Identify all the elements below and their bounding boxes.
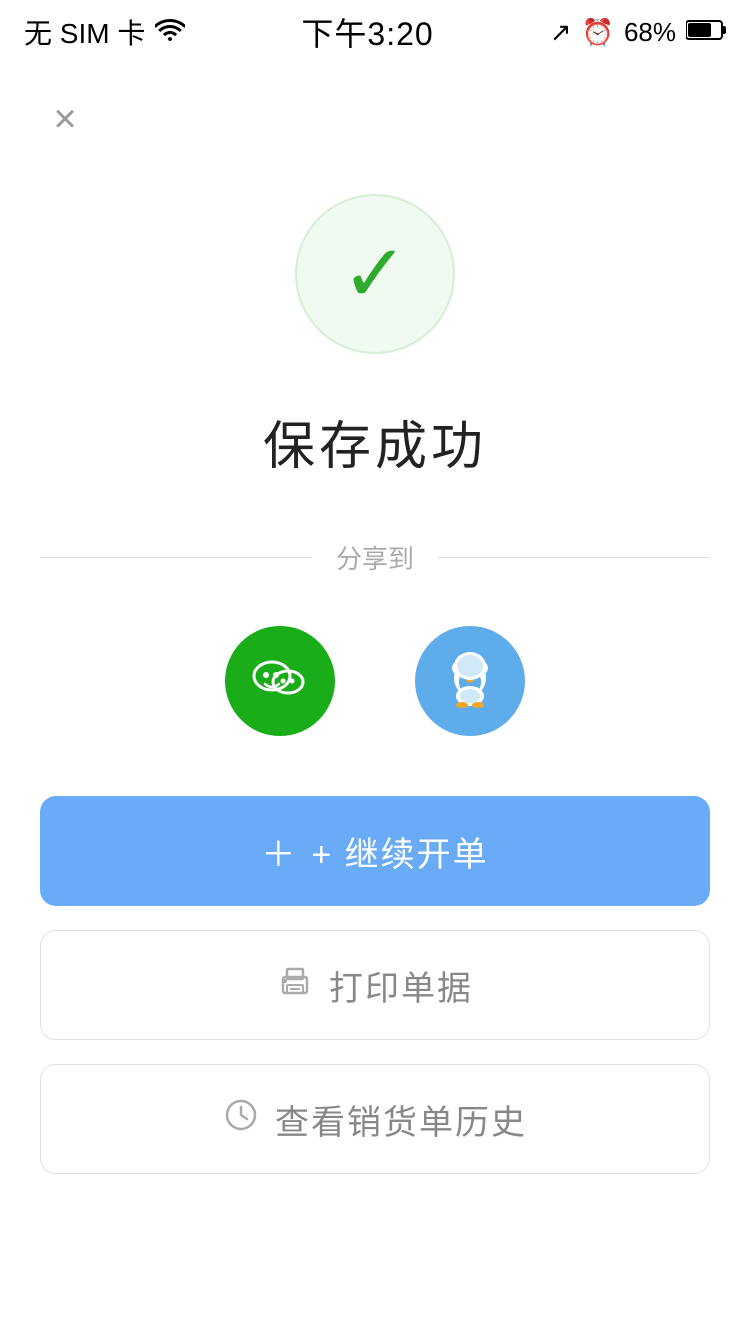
qq-icon: [435, 646, 505, 716]
status-bar: 无 SIM 卡 下午3:20 ↗ ⏰ 68%: [0, 0, 750, 64]
battery-icon: [686, 17, 726, 48]
continue-order-label: + 继续开单: [311, 827, 488, 876]
status-time: 下午3:20: [301, 9, 433, 55]
history-icon: [223, 1097, 259, 1142]
status-right: ↗ ⏰ 68%: [550, 17, 726, 48]
share-divider: 分享到: [40, 539, 710, 576]
actions-section: ＋ + 继续开单 打印单据 查看销货单历史: [0, 796, 750, 1174]
wifi-icon: [155, 16, 185, 48]
print-label: 打印单据: [329, 961, 473, 1010]
plus-icon: ＋: [261, 827, 295, 876]
history-label: 查看销货单历史: [275, 1095, 527, 1144]
divider-line-left: [40, 557, 312, 558]
wechat-share-button[interactable]: [225, 626, 335, 736]
battery-label: 68%: [624, 17, 676, 48]
alarm-icon: ⏰: [582, 17, 614, 48]
print-icon: [277, 963, 313, 1008]
share-label: 分享到: [312, 539, 438, 576]
close-button-container: ×: [0, 64, 750, 154]
success-title: 保存成功: [263, 404, 487, 479]
qq-share-button[interactable]: [415, 626, 525, 736]
wechat-icon: [245, 646, 315, 716]
success-circle: ✓: [295, 194, 455, 354]
close-icon: ×: [53, 99, 76, 139]
success-section: ✓ 保存成功: [0, 154, 750, 539]
status-left: 无 SIM 卡: [24, 12, 185, 52]
share-section: 分享到: [0, 539, 750, 736]
close-button[interactable]: ×: [40, 94, 90, 144]
checkmark-icon: ✓: [341, 234, 408, 314]
no-sim-label: 无 SIM 卡: [24, 12, 145, 52]
print-button[interactable]: 打印单据: [40, 930, 710, 1040]
continue-order-button[interactable]: ＋ + 继续开单: [40, 796, 710, 906]
location-icon: ↗: [550, 17, 572, 48]
divider-line-right: [438, 557, 710, 558]
share-icons: [40, 626, 710, 736]
history-button[interactable]: 查看销货单历史: [40, 1064, 710, 1174]
